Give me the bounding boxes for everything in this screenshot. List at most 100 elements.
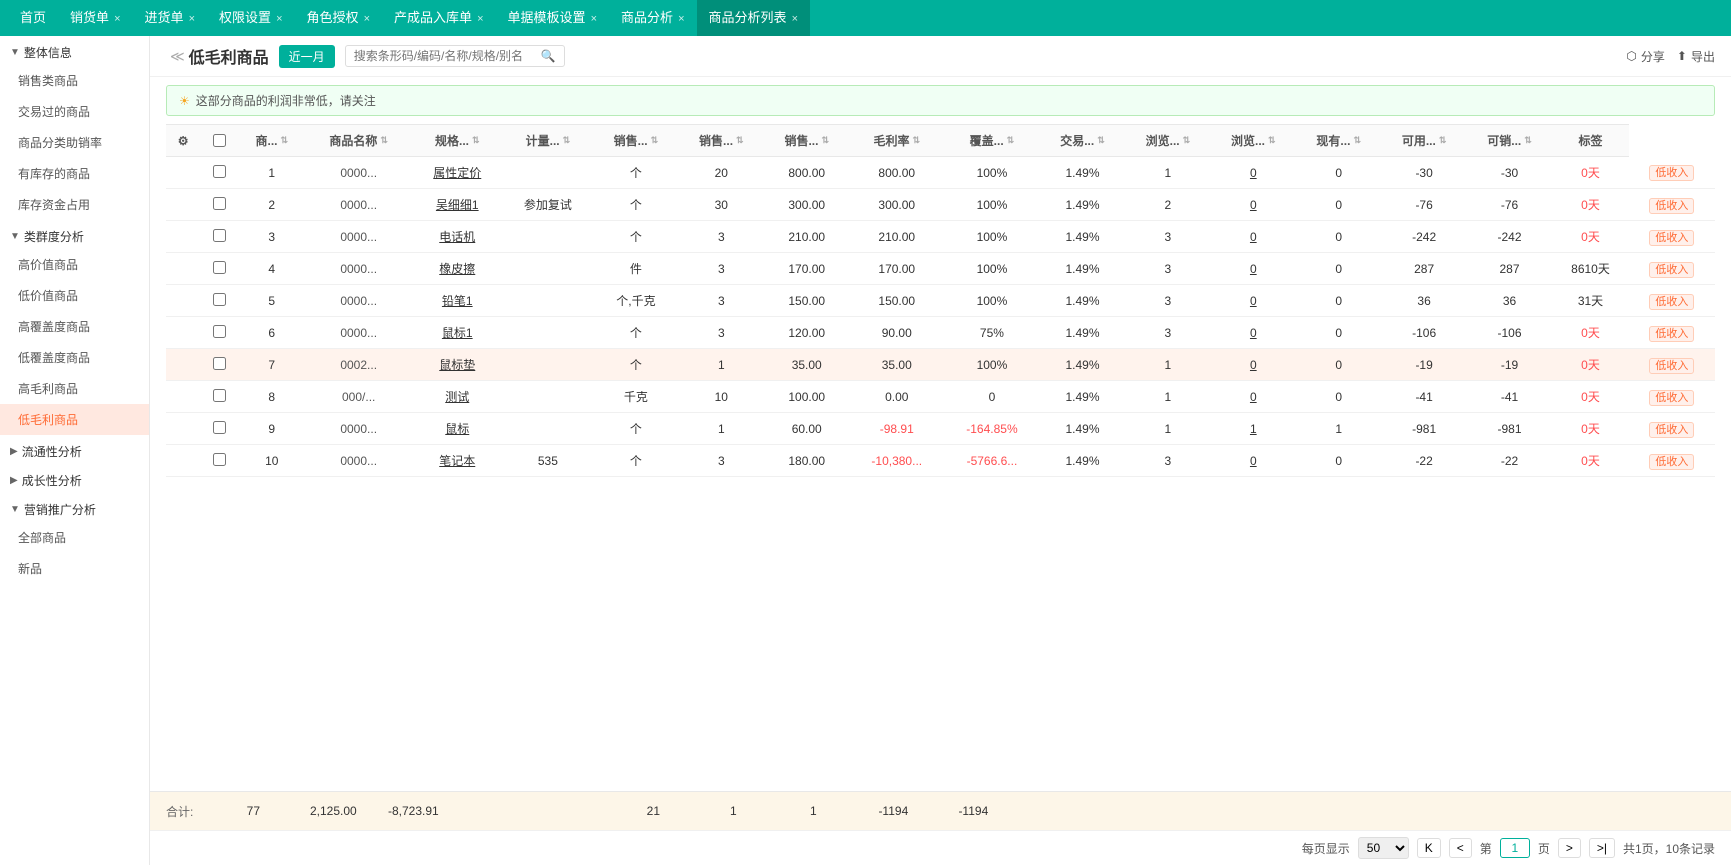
row-checkbox-0[interactable] [213,165,226,178]
last-page-button[interactable]: >| [1589,838,1615,858]
first-page-button[interactable]: K [1417,838,1441,858]
nav-role-auth[interactable]: 角色授权 × [295,0,383,36]
td-view-count1-5[interactable]: 0 [1211,317,1296,349]
view-count1-link-7[interactable]: 0 [1250,390,1257,404]
th-sellable-days[interactable]: 可销...⇅ [1467,125,1552,157]
th-view-count1[interactable]: 浏览...⇅ [1125,125,1210,157]
th-sales-profit[interactable]: 销售...⇅ [764,125,849,157]
view-count1-link-3[interactable]: 0 [1250,262,1257,276]
nav-close-product-inbound[interactable]: × [474,13,483,25]
settings-gear-icon[interactable]: ⚙ [178,134,189,148]
nav-sales-order[interactable]: 销货单 × [58,0,133,36]
row-checkbox-7[interactable] [213,389,226,402]
search-input[interactable] [354,49,541,63]
view-count1-link-8[interactable]: 1 [1250,422,1257,436]
sidebar-item-all-products[interactable]: 全部商品 [0,522,149,553]
view-count1-link-0[interactable]: 0 [1250,166,1257,180]
nav-template-settings[interactable]: 单据模板设置 × [496,0,610,36]
td-name-5[interactable]: 鼠标1 [412,317,503,349]
td-view-count1-3[interactable]: 0 [1211,253,1296,285]
nav-close-product-analysis[interactable]: × [675,13,684,25]
prev-page-button[interactable]: < [1449,838,1472,858]
sidebar-group-growth[interactable]: ▶ 成长性分析 [0,464,149,493]
td-view-count1-7[interactable]: 0 [1211,381,1296,413]
select-all-checkbox[interactable] [213,134,226,147]
td-name-9[interactable]: 笔记本 [412,445,503,477]
th-spec[interactable]: 规格...⇅ [412,125,503,157]
sidebar-item-new-products[interactable]: 新品 [0,553,149,584]
sidebar-item-high-value[interactable]: 高价值商品 [0,249,149,280]
th-coverage[interactable]: 覆盖...⇅ [944,125,1040,157]
view-count1-link-1[interactable]: 0 [1250,198,1257,212]
row-checkbox-5[interactable] [213,325,226,338]
sidebar-item-low-coverage[interactable]: 低覆盖度商品 [0,342,149,373]
nav-close-purchase[interactable]: × [186,13,195,25]
td-view-count1-8[interactable]: 1 [1211,413,1296,445]
sidebar-item-category-rate[interactable]: 商品分类助销率 [0,127,149,158]
search-icon[interactable]: 🔍 [541,49,556,63]
th-gross-margin[interactable]: 毛利率⇅ [849,125,944,157]
td-view-count1-1[interactable]: 0 [1211,189,1296,221]
td-name-4[interactable]: 铅笔1 [412,285,503,317]
td-name-6[interactable]: 鼠标垫 [412,349,503,381]
next-page-button[interactable]: > [1558,838,1581,858]
th-current-stock[interactable]: 现有...⇅ [1296,125,1381,157]
nav-close-sales[interactable]: × [111,13,120,25]
row-checkbox-1[interactable] [213,197,226,210]
th-code[interactable]: 商...⇅ [238,125,305,157]
sidebar-item-high-coverage[interactable]: 高覆盖度商品 [0,311,149,342]
filter-period-button[interactable]: 近一月 [279,45,335,68]
nav-close-product-analysis-list[interactable]: × [789,13,798,25]
view-count1-link-5[interactable]: 0 [1250,326,1257,340]
view-count1-link-6[interactable]: 0 [1250,358,1257,372]
nav-permissions[interactable]: 权限设置 × [207,0,295,36]
td-view-count1-9[interactable]: 0 [1211,445,1296,477]
row-checkbox-2[interactable] [213,229,226,242]
nav-product-inbound[interactable]: 产成品入库单 × [382,0,496,36]
row-checkbox-4[interactable] [213,293,226,306]
nav-purchase-order[interactable]: 进货单 × [133,0,208,36]
share-button[interactable]: ⬡ 分享 [1626,48,1665,65]
per-page-select[interactable]: 50 100 200 [1358,837,1409,859]
row-checkbox-9[interactable] [213,453,226,466]
sidebar-group-liquidity[interactable]: ▶ 流通性分析 [0,435,149,464]
export-button[interactable]: ⬆ 导出 [1677,48,1715,65]
view-count1-link-9[interactable]: 0 [1250,454,1257,468]
td-view-count1-0[interactable]: 0 [1211,157,1296,189]
th-view-count2[interactable]: 浏览...⇅ [1211,125,1296,157]
nav-product-analysis[interactable]: 商品分析 × [609,0,697,36]
sidebar-item-in-stock[interactable]: 有库存的商品 [0,158,149,189]
th-unit[interactable]: 计量...⇅ [503,125,594,157]
th-available-stock[interactable]: 可用...⇅ [1381,125,1466,157]
td-name-3[interactable]: 橡皮擦 [412,253,503,285]
sidebar-item-sales-products[interactable]: 销售类商品 [0,65,149,96]
td-name-7[interactable]: 测试 [412,381,503,413]
td-name-1[interactable]: 吴细细1 [412,189,503,221]
nav-close-template[interactable]: × [588,13,597,25]
th-sales-amount[interactable]: 销售...⇅ [679,125,764,157]
td-view-count1-6[interactable]: 0 [1211,349,1296,381]
nav-close-role-auth[interactable]: × [361,13,370,25]
sidebar-item-high-margin[interactable]: 高毛利商品 [0,373,149,404]
td-name-8[interactable]: 鼠标 [412,413,503,445]
sidebar-group-marketing[interactable]: ▼ 营销推广分析 [0,493,149,522]
row-checkbox-6[interactable] [213,357,226,370]
sidebar-item-low-margin[interactable]: 低毛利商品 [0,404,149,435]
th-settings[interactable]: ⚙ [166,125,200,157]
row-checkbox-3[interactable] [213,261,226,274]
th-name[interactable]: 商品名称⇅ [305,125,412,157]
sidebar-group-cluster[interactable]: ▼ 类群度分析 [0,220,149,249]
td-name-2[interactable]: 电话机 [412,221,503,253]
view-count1-link-2[interactable]: 0 [1250,230,1257,244]
sidebar-item-traded-products[interactable]: 交易过的商品 [0,96,149,127]
sidebar-item-stock-capital[interactable]: 库存资金占用 [0,189,149,220]
td-view-count1-4[interactable]: 0 [1211,285,1296,317]
sidebar-collapse-button[interactable]: ≪ [166,46,189,67]
td-name-0[interactable]: 属性定价 [412,157,503,189]
td-view-count1-2[interactable]: 0 [1211,221,1296,253]
view-count1-link-4[interactable]: 0 [1250,294,1257,308]
nav-home[interactable]: 首页 [8,0,58,36]
nav-close-permissions[interactable]: × [273,13,282,25]
nav-product-analysis-list[interactable]: 商品分析列表 × [697,0,811,36]
sidebar-group-overall[interactable]: ▼ 整体信息 [0,36,149,65]
